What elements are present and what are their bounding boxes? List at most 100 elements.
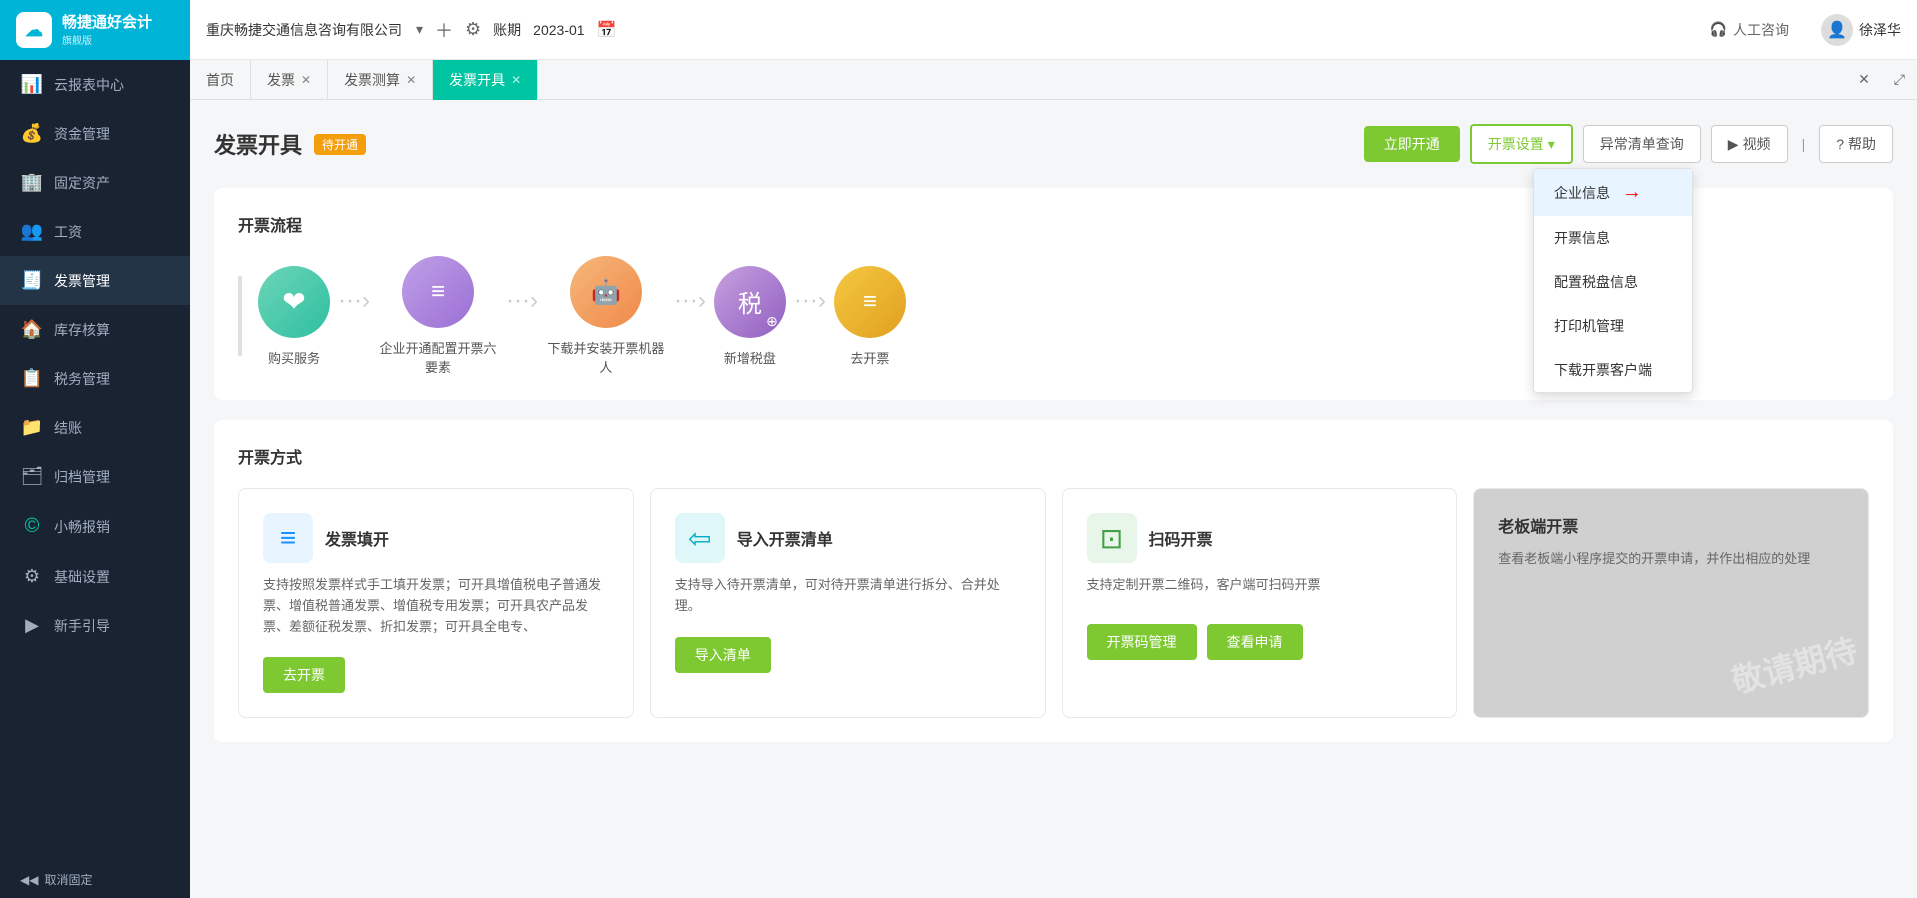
calendar-icon[interactable]: 📅: [597, 20, 617, 40]
tab-invoice-test[interactable]: 发票测算 ✕: [328, 60, 433, 100]
sidebar-item-invoice-mgmt[interactable]: 🧾 发票管理: [0, 256, 190, 305]
page-content: 发票开具 待开通 立即开通 开票设置 ▾ 异常清单查询 ▶ 视频 | ?: [190, 100, 1917, 898]
new-guide-icon: ▶: [20, 615, 44, 636]
dropdown-item-tax-disk-info[interactable]: 配置税盘信息: [1534, 260, 1692, 304]
sidebar-bottom-cancel-pin[interactable]: ◀◀ 取消固定: [0, 861, 190, 898]
sidebar-item-inventory[interactable]: 🏠 库存核算: [0, 305, 190, 354]
scan-invoice-code-btn[interactable]: 开票码管理: [1087, 624, 1197, 660]
tab-close-all[interactable]: ✕: [1846, 60, 1882, 100]
flow-step-add-taxdisk: 税⊕ 新增税盘: [714, 266, 786, 367]
flow-arrow-3: ···›: [674, 287, 706, 315]
sidebar-item-salary[interactable]: 👥 工资: [0, 207, 190, 256]
sidebar-item-fixed-assets[interactable]: 🏢 固定资产: [0, 158, 190, 207]
settle-icon: 📁: [20, 417, 44, 438]
fill-invoice-icon: ≡: [263, 513, 313, 563]
sidebar-item-new-guide[interactable]: ▶ 新手引导: [0, 601, 190, 650]
exception-query-button[interactable]: 异常清单查询: [1583, 125, 1701, 163]
flow-step-download-install: 🤖 下载并安装开票机器人: [546, 256, 666, 376]
user-avatar: 👤: [1821, 14, 1853, 46]
dropdown-item-download-client[interactable]: 下载开票客户端: [1534, 348, 1692, 392]
import-list-button[interactable]: 导入清单: [675, 637, 771, 673]
dropdown-item-company-info[interactable]: 企业信息 →: [1534, 169, 1692, 216]
video-button[interactable]: ▶ 视频: [1711, 125, 1788, 163]
period-label: 账期: [493, 20, 521, 40]
fixed-assets-icon: 🏢: [20, 172, 44, 193]
play-icon: ▶: [1728, 136, 1739, 153]
sidebar-item-fund-mgmt[interactable]: 💰 资金管理: [0, 109, 190, 158]
tab-invoice-open[interactable]: 发票开具 ✕: [433, 60, 538, 100]
headset-icon: 🎧: [1710, 21, 1727, 38]
add-company-icon[interactable]: ＋: [435, 17, 453, 43]
activate-button[interactable]: 立即开通: [1364, 126, 1460, 162]
tab-invoice-test-close[interactable]: ✕: [406, 73, 416, 87]
tab-home[interactable]: 首页: [190, 60, 251, 100]
salary-icon: 👥: [20, 221, 44, 242]
buy-service-icon: ❤: [258, 266, 330, 338]
import-list-icon: ⇦: [675, 513, 725, 563]
flow-step-config-elements: ≡ 企业开通配置开票六要素: [378, 256, 498, 376]
logo-icon: ☁: [16, 12, 52, 48]
help-button[interactable]: ? 帮助: [1819, 125, 1893, 163]
period-value: 2023-01: [533, 22, 584, 38]
cloud-report-icon: 📊: [20, 74, 44, 95]
cancel-pin-icon: ◀◀: [20, 873, 38, 887]
flow-step-go-invoice: ≡ 去开票: [834, 266, 906, 367]
method-card-fill-invoice: ≡ 发票填开 支持按照发票样式手工填开发票；可开具增值税电子普通发票、增值税普通…: [238, 488, 634, 718]
method-section: 开票方式 ≡ 发票填开 支持按照发票样式手工填开发票；可开具增值税电子普通发票、…: [214, 420, 1893, 742]
flow-arrow-4: ···›: [794, 287, 826, 315]
company-dropdown-icon[interactable]: ▾: [416, 21, 423, 38]
sidebar: ☁ 畅捷通好会计 旗舰版 📊 云报表中心 💰 资金管理 🏢 固定资产 👥 工资: [0, 0, 190, 898]
sidebar-logo: ☁ 畅捷通好会计 旗舰版: [0, 0, 190, 60]
settings-dropdown: 企业信息 → 开票信息 配置税盘信息 打印机管理 下: [1533, 168, 1693, 393]
tabs-bar: 首页 发票 ✕ 发票测算 ✕ 发票开具 ✕ ✕ ⤢: [190, 60, 1917, 100]
settings-button[interactable]: 开票设置 ▾: [1470, 124, 1573, 164]
page-title: 发票开具: [214, 128, 302, 160]
red-arrow-icon: →: [1622, 181, 1642, 204]
header-settings-icon[interactable]: ⚙: [465, 19, 481, 40]
sidebar-item-xiao-report[interactable]: © 小畅报销: [0, 501, 190, 552]
page-header: 发票开具 待开通 立即开通 开票设置 ▾ 异常清单查询 ▶ 视频 | ?: [214, 124, 1893, 164]
method-card-scan-invoice: ⊡ 扫码开票 支持定制开票二维码，客户端可扫码开票 开票码管理 查看申请: [1062, 488, 1458, 718]
question-icon: ?: [1836, 136, 1844, 152]
download-install-icon: 🤖: [570, 256, 642, 328]
method-cards: ≡ 发票填开 支持按照发票样式手工填开发票；可开具增值税电子普通发票、增值税普通…: [238, 488, 1869, 718]
flow-step-buy-service: ❤ 购买服务: [258, 266, 330, 367]
company-name: 重庆畅捷交通信息咨询有限公司: [206, 20, 402, 40]
flow-arrow-2: ···›: [506, 287, 538, 315]
main-area: 重庆畅捷交通信息咨询有限公司 ▾ ＋ ⚙ 账期 2023-01 📅 🎧 人工咨询…: [190, 0, 1917, 898]
archive-icon: 🗂: [20, 466, 44, 487]
basic-settings-icon: ⚙: [20, 566, 44, 587]
fill-invoice-button[interactable]: 去开票: [263, 657, 345, 693]
scan-invoice-icon: ⊡: [1087, 513, 1137, 563]
overlay-text: 敬请期待: [1726, 626, 1862, 704]
tax-mgmt-icon: 📋: [20, 368, 44, 389]
header: 重庆畅捷交通信息咨询有限公司 ▾ ＋ ⚙ 账期 2023-01 📅 🎧 人工咨询…: [190, 0, 1917, 60]
method-card-import-list: ⇦ 导入开票清单 支持导入待开票清单，可对待开票清单进行拆分、合并处理。 导入清…: [650, 488, 1046, 718]
tab-expand[interactable]: ⤢: [1882, 60, 1917, 100]
scan-invoice-view-btn[interactable]: 查看申请: [1207, 624, 1303, 660]
inventory-icon: 🏠: [20, 319, 44, 340]
sidebar-item-cloud-report[interactable]: 📊 云报表中心: [0, 60, 190, 109]
tab-invoice-open-close[interactable]: ✕: [511, 73, 521, 87]
dropdown-item-printer-mgmt[interactable]: 打印机管理: [1534, 304, 1692, 348]
go-invoice-icon: ≡: [834, 266, 906, 338]
tab-invoice[interactable]: 发票 ✕: [251, 60, 328, 100]
sidebar-item-tax-mgmt[interactable]: 📋 税务管理: [0, 354, 190, 403]
add-taxdisk-icon: 税⊕: [714, 266, 786, 338]
support-button[interactable]: 🎧 人工咨询: [1710, 20, 1789, 40]
method-card-boss-invoice: 老板端开票 查看老板端小程序提交的开票申请，并作出相应的处理 敬请期待: [1473, 488, 1869, 718]
sidebar-item-basic-settings[interactable]: ⚙ 基础设置: [0, 552, 190, 601]
page-badge: 待开通: [314, 134, 366, 155]
invoice-mgmt-icon: 🧾: [20, 270, 44, 291]
user-menu[interactable]: 👤 徐泽华: [1821, 14, 1901, 46]
method-section-title: 开票方式: [238, 444, 1869, 468]
sidebar-nav: 📊 云报表中心 💰 资金管理 🏢 固定资产 👥 工资 🧾 发票管理 🏠: [0, 60, 190, 861]
tab-invoice-close[interactable]: ✕: [301, 73, 311, 87]
sidebar-item-settle[interactable]: 📁 结账: [0, 403, 190, 452]
sidebar-item-archive[interactable]: 🗂 归档管理: [0, 452, 190, 501]
dropdown-item-invoice-info[interactable]: 开票信息: [1534, 216, 1692, 260]
xiao-report-icon: ©: [20, 515, 44, 538]
config-elements-icon: ≡: [402, 256, 474, 328]
flow-arrow-1: ···›: [338, 287, 370, 315]
fund-mgmt-icon: 💰: [20, 123, 44, 144]
